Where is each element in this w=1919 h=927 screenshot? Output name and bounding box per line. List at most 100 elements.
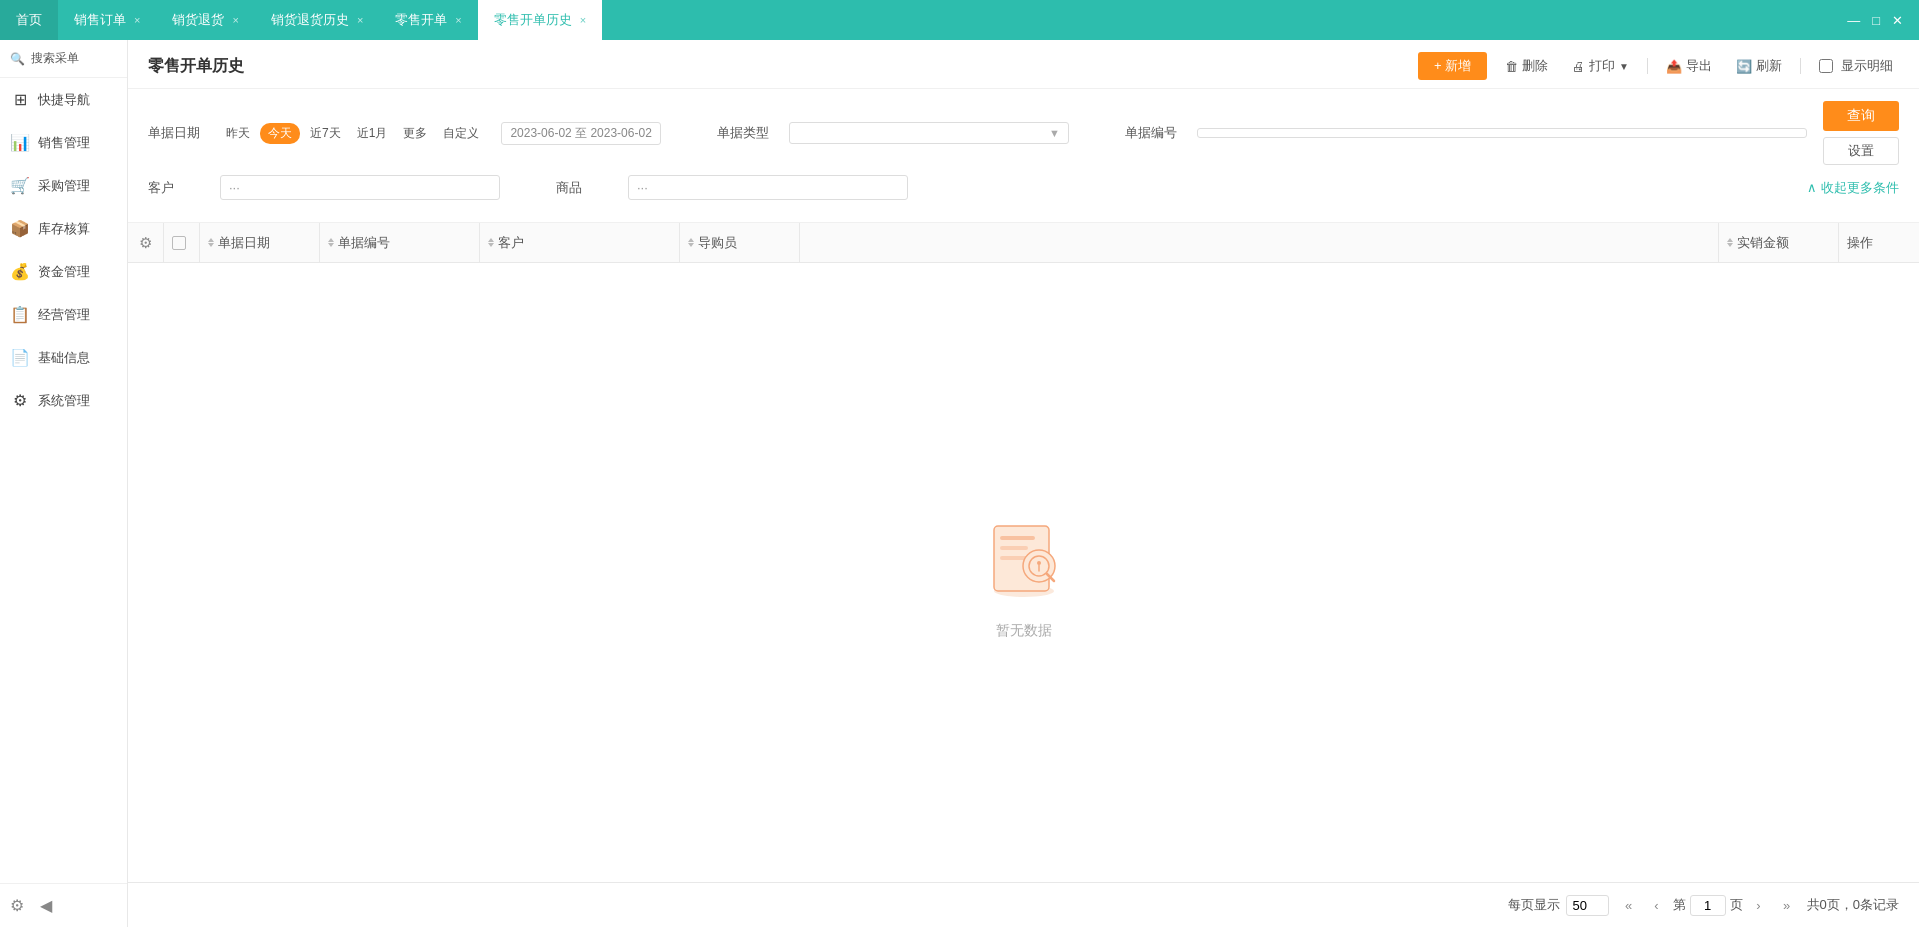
svg-rect-3 [1000, 546, 1028, 550]
settings-button[interactable]: 设置 [1823, 137, 1899, 165]
divider [1647, 58, 1648, 74]
th-salesperson: 导购员 [680, 223, 800, 262]
customer-label: 客户 [148, 179, 204, 197]
tab-sales-return-history[interactable]: 销货退货历史 × [255, 0, 379, 40]
close-tab-sales-return-history[interactable]: × [357, 14, 363, 26]
collapse-conditions-btn[interactable]: ∧ 收起更多条件 [1807, 179, 1899, 197]
close-tab-sales-return[interactable]: × [232, 14, 238, 26]
salesperson-sort[interactable] [688, 238, 694, 247]
content-area: 零售开单历史 + 新增 🗑 删除 🖨 打印 ▼ 📤 导出 � [128, 40, 1919, 927]
close-tab-retail-open-history[interactable]: × [580, 14, 586, 26]
no-sort[interactable] [328, 238, 334, 247]
collapse-sidebar-icon[interactable]: ◀ [40, 896, 52, 915]
next-page-btn[interactable]: › [1747, 893, 1771, 917]
chevron-up-icon: ∧ [1807, 180, 1817, 195]
sidebar-item-label: 基础信息 [38, 349, 90, 367]
close-tab-retail-open[interactable]: × [455, 14, 461, 26]
first-page-btn[interactable]: « [1617, 893, 1641, 917]
date-btn-7days[interactable]: 近7天 [304, 123, 347, 144]
date-range-display[interactable]: 2023-06-02 至 2023-06-02 [501, 122, 660, 145]
sidebar-item-label: 系统管理 [38, 392, 90, 410]
close-tab-sales-order[interactable]: × [134, 14, 140, 26]
th-no: 单据编号 [320, 223, 480, 262]
sidebar-item-label: 快捷导航 [38, 91, 90, 109]
per-page-select[interactable]: 50 [1566, 895, 1609, 916]
customer-placeholder: ··· [229, 180, 491, 195]
customer-sort[interactable] [488, 238, 494, 247]
sidebar-item-label: 销售管理 [38, 134, 90, 152]
tab-retail-open-history[interactable]: 零售开单历史 × [478, 0, 602, 40]
sidebar-item-operations[interactable]: 📋 经营管理 [0, 293, 127, 336]
pagination: 每页显示 50 « ‹ 第 页 › » 共0页，0条记录 [128, 882, 1919, 927]
last-page-btn[interactable]: » [1775, 893, 1799, 917]
sidebar: 🔍 搜索采单 ⊞ 快捷导航 📊 销售管理 🛒 采购管理 📦 库存核算 💰 资金管… [0, 40, 128, 927]
main-layout: 🔍 搜索采单 ⊞ 快捷导航 📊 销售管理 🛒 采购管理 📦 库存核算 💰 资金管… [0, 40, 1919, 927]
delete-button[interactable]: 🗑 删除 [1499, 53, 1554, 79]
maximize-btn[interactable]: □ [1872, 13, 1880, 28]
minimize-btn[interactable]: — [1847, 13, 1860, 28]
inventory-icon: 📦 [10, 219, 30, 238]
delete-icon: 🗑 [1505, 59, 1518, 74]
tab-retail-open[interactable]: 零售开单 × [379, 0, 477, 40]
system-mgmt-icon: ⚙ [10, 391, 30, 410]
refresh-button[interactable]: 🔄 刷新 [1730, 53, 1788, 79]
th-customer: 客户 [480, 223, 680, 262]
show-detail-checkbox[interactable] [1819, 59, 1833, 73]
sidebar-item-purchase-mgmt[interactable]: 🛒 采购管理 [0, 164, 127, 207]
amount-sort[interactable] [1727, 238, 1733, 247]
print-icon: 🖨 [1572, 59, 1585, 74]
doc-type-label: 单据类型 [717, 124, 773, 142]
date-sort[interactable] [208, 238, 214, 247]
show-detail-button[interactable]: 显示明细 [1813, 53, 1899, 79]
current-page-input[interactable] [1690, 895, 1726, 916]
filter-area: 单据日期 昨天 今天 近7天 近1月 更多 自定义 2023-06-02 至 2… [128, 89, 1919, 223]
prev-page-btn[interactable]: ‹ [1645, 893, 1669, 917]
export-button[interactable]: 📤 导出 [1660, 53, 1718, 79]
date-btn-yesterday[interactable]: 昨天 [220, 123, 256, 144]
doc-no-input[interactable] [1197, 128, 1807, 138]
filter-row-1: 单据日期 昨天 今天 近7天 近1月 更多 自定义 2023-06-02 至 2… [148, 101, 1899, 165]
basic-info-icon: 📄 [10, 348, 30, 367]
customer-input[interactable]: ··· [220, 175, 500, 200]
sidebar-item-sales-mgmt[interactable]: 📊 销售管理 [0, 121, 127, 164]
add-button[interactable]: + 新增 [1418, 52, 1487, 80]
sidebar-item-basic-info[interactable]: 📄 基础信息 [0, 336, 127, 379]
tab-home[interactable]: 首页 [0, 0, 58, 40]
date-btn-custom[interactable]: 自定义 [437, 123, 485, 144]
sidebar-item-system-mgmt[interactable]: ⚙ 系统管理 [0, 379, 127, 422]
goods-placeholder: ··· [637, 180, 899, 195]
search-purchase[interactable]: 🔍 搜索采单 [0, 40, 127, 78]
tab-sales-order[interactable]: 销售订单 × [58, 0, 156, 40]
date-btn-1month[interactable]: 近1月 [351, 123, 394, 144]
sidebar-item-quick-nav[interactable]: ⊞ 快捷导航 [0, 78, 127, 121]
sidebar-item-finance[interactable]: 💰 资金管理 [0, 250, 127, 293]
page-title: 零售开单历史 [148, 56, 244, 77]
sidebar-item-label: 采购管理 [38, 177, 90, 195]
column-settings-icon[interactable]: ⚙ [136, 231, 155, 255]
date-btn-more[interactable]: 更多 [397, 123, 433, 144]
settings-bottom-icon[interactable]: ⚙ [10, 896, 24, 915]
per-page-control: 每页显示 50 [1508, 895, 1609, 916]
query-button[interactable]: 查询 [1823, 101, 1899, 131]
search-icon: 🔍 [10, 52, 25, 66]
goods-input[interactable]: ··· [628, 175, 908, 200]
th-settings: ⚙ [128, 223, 164, 262]
print-button[interactable]: 🖨 打印 ▼ [1566, 53, 1635, 79]
th-amount: 实销金额 [1719, 223, 1839, 262]
refresh-icon: 🔄 [1736, 59, 1752, 74]
date-btn-today[interactable]: 今天 [260, 123, 300, 144]
total-records: 共0页，0条记录 [1807, 896, 1899, 914]
select-all-checkbox[interactable] [172, 236, 186, 250]
close-btn[interactable]: ✕ [1892, 13, 1903, 28]
export-icon: 📤 [1666, 59, 1682, 74]
sidebar-bottom: ⚙ ◀ [0, 883, 127, 927]
doc-type-select[interactable]: ▼ [789, 122, 1069, 144]
quick-nav-icon: ⊞ [10, 90, 30, 109]
tab-sales-return[interactable]: 销货退货 × [156, 0, 254, 40]
th-checkbox [164, 223, 200, 262]
finance-icon: 💰 [10, 262, 30, 281]
sidebar-item-inventory[interactable]: 📦 库存核算 [0, 207, 127, 250]
top-nav: 首页 销售订单 × 销货退货 × 销货退货历史 × 零售开单 × 零售开单历史 … [0, 0, 1919, 40]
empty-state: 暂无数据 [128, 263, 1919, 882]
purchase-mgmt-icon: 🛒 [10, 176, 30, 195]
